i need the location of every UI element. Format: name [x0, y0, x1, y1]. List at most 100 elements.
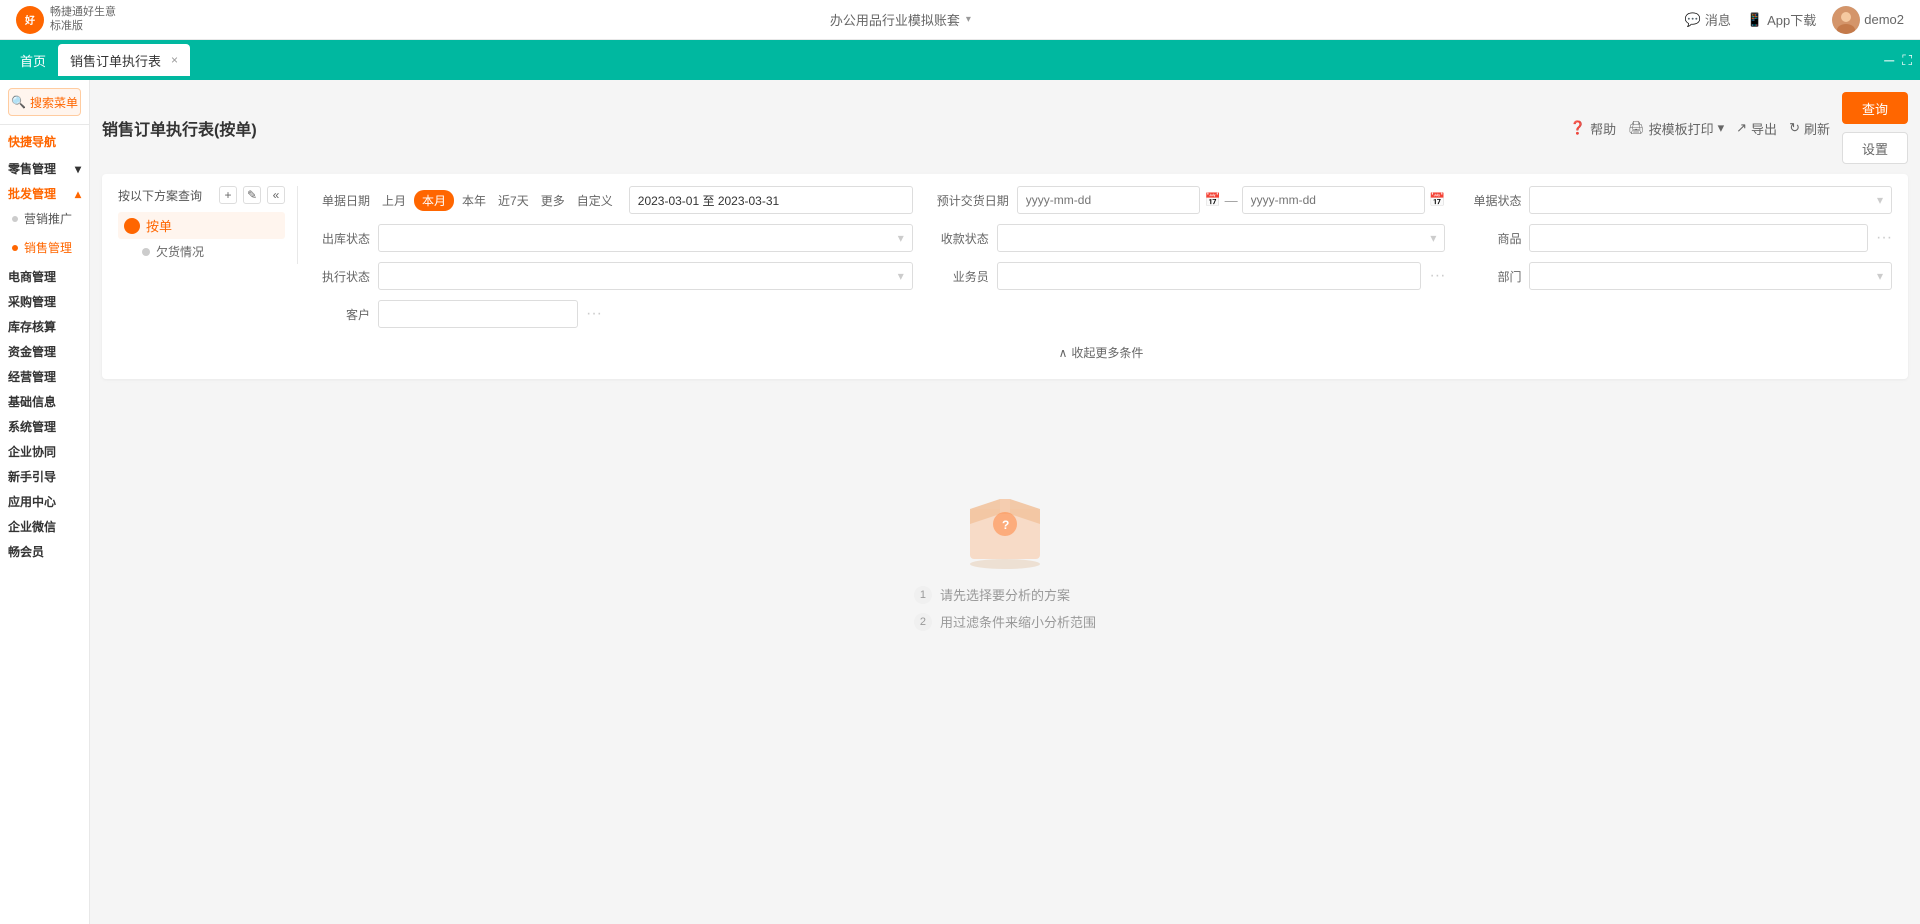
date-tab-custom[interactable]: 自定义: [573, 190, 617, 211]
forecast-date-from[interactable]: [1017, 186, 1201, 214]
query-button[interactable]: 查询: [1842, 92, 1908, 124]
collapse-button[interactable]: ∧ 收起更多条件: [310, 338, 1892, 367]
scheme-item-bysingle[interactable]: 按单: [118, 212, 285, 239]
date-tab-lastmonth[interactable]: 上月: [378, 190, 410, 211]
collapse-icon: ∧: [1059, 346, 1068, 360]
header-right: 💬 消息 📱 App下载 demo2: [1685, 6, 1904, 34]
date-tab-more[interactable]: 更多: [537, 190, 569, 211]
sidebar-search-area: 🔍 搜索菜单: [0, 80, 89, 125]
outbound-label: 出库状态: [310, 230, 370, 247]
logo-icon: 好: [16, 6, 44, 34]
empty-icon: ?: [945, 469, 1065, 569]
empty-state: ? 1 请先选择要分析的方案 2 用过滤条件来缩小分析范围: [102, 389, 1908, 719]
messages-button[interactable]: 💬 消息: [1685, 10, 1731, 29]
receipt-arrow: ▾: [1430, 231, 1436, 245]
filter-item-bill-status: 单据状态 ▾: [1461, 186, 1892, 214]
filter-item-department: 部门 ▾: [1461, 262, 1892, 290]
app-download-button[interactable]: 📱 App下载: [1747, 10, 1816, 29]
settings-button[interactable]: 设置: [1842, 132, 1908, 164]
sidebar-item-operations[interactable]: 经营管理: [0, 362, 89, 387]
forecast-date-to[interactable]: [1242, 186, 1426, 214]
outbound-arrow: ▾: [898, 231, 904, 245]
empty-step-1: 1 请先选择要分析的方案: [914, 585, 1096, 604]
calendar-icon-right[interactable]: 📅: [1429, 192, 1445, 208]
filter-item-goods: 商品 ···: [1461, 224, 1892, 252]
sidebar-item-retail[interactable]: 零售管理 ▾: [0, 154, 89, 179]
filter-item-salesperson: 业务员 ···: [929, 262, 1446, 290]
minimize-icon[interactable]: ─: [1884, 52, 1894, 68]
scheme-sub-shortage[interactable]: 欠货情况: [118, 239, 285, 264]
logo-text: 畅捷通好生意 标准版: [50, 6, 116, 32]
sidebar-item-wechat[interactable]: 企业微信: [0, 512, 89, 537]
wholesale-arrow-icon: ▴: [75, 187, 81, 201]
goods-more-icon[interactable]: ···: [1876, 229, 1892, 247]
template-print-button[interactable]: 🖨 按模板打印 ▾: [1628, 119, 1724, 138]
scheme-collapse-button[interactable]: «: [267, 186, 285, 204]
date-tab-thisyear[interactable]: 本年: [458, 190, 490, 211]
sidebar: 🔍 搜索菜单 快捷导航 零售管理 ▾ 批发管理 ▴ 营销推广 销售管理 电商管理…: [0, 80, 90, 924]
sidebar-item-member[interactable]: 畅会员: [0, 537, 89, 562]
sidebar-item-wholesale[interactable]: 批发管理 ▴: [0, 179, 89, 204]
sidebar-item-enterprise[interactable]: 企业协同: [0, 437, 89, 462]
department-arrow: ▾: [1877, 269, 1883, 283]
date-tab-7days[interactable]: 近7天: [494, 190, 533, 211]
sidebar-item-finance[interactable]: 资金管理: [0, 337, 89, 362]
outbound-status-select[interactable]: ▾: [378, 224, 913, 252]
expand-icon[interactable]: ⛶: [1902, 52, 1912, 69]
execution-status-select[interactable]: ▾: [378, 262, 913, 290]
retail-arrow-icon: ▾: [75, 162, 81, 176]
svg-text:?: ?: [1002, 518, 1009, 532]
bill-status-arrow: ▾: [1877, 193, 1883, 207]
marketing-dot: [12, 216, 18, 222]
scheme-add-button[interactable]: +: [219, 186, 237, 204]
tab-bar: 首页 销售订单执行表 × ─ ⛶: [0, 40, 1920, 80]
company-name: 办公用品行业模拟账套: [830, 10, 960, 29]
print-arrow-icon: ▾: [1718, 120, 1725, 136]
goods-input[interactable]: [1529, 224, 1868, 252]
date-range-input[interactable]: [629, 186, 913, 214]
receipt-status-select[interactable]: ▾: [997, 224, 1446, 252]
tab-close-icon[interactable]: ×: [171, 53, 178, 67]
bill-status-label: 单据状态: [1461, 192, 1521, 209]
header-center[interactable]: 办公用品行业模拟账套 ▾: [830, 10, 971, 29]
calendar-icon-left[interactable]: 📅: [1204, 192, 1220, 208]
customer-input[interactable]: [378, 300, 578, 328]
refresh-button[interactable]: ↻ 刷新: [1789, 119, 1830, 138]
user-avatar[interactable]: demo2: [1832, 6, 1904, 34]
search-icon: 🔍: [11, 95, 26, 109]
sidebar-item-ecommerce[interactable]: 电商管理: [0, 262, 89, 287]
sidebar-item-purchase[interactable]: 采购管理: [0, 287, 89, 312]
receipt-label: 收款状态: [929, 230, 989, 247]
header-left: 好 畅捷通好生意 标准版: [16, 6, 116, 34]
sidebar-item-marketing[interactable]: 营销推广: [0, 204, 89, 233]
salesperson-input[interactable]: [997, 262, 1422, 290]
department-select[interactable]: ▾: [1529, 262, 1892, 290]
bill-status-select[interactable]: ▾: [1529, 186, 1892, 214]
sidebar-item-appcenter[interactable]: 应用中心: [0, 487, 89, 512]
help-button[interactable]: ❓ 帮助: [1570, 119, 1616, 138]
date-tab-thismonth[interactable]: 本月: [414, 190, 454, 211]
sales-dot: [12, 245, 18, 251]
sidebar-item-basic-info[interactable]: 基础信息: [0, 387, 89, 412]
sidebar-item-inventory[interactable]: 库存核算: [0, 312, 89, 337]
page-title: 销售订单执行表(按单): [102, 116, 257, 140]
wholesale-label: 批发管理: [8, 185, 56, 202]
customer-more-icon[interactable]: ···: [586, 305, 602, 323]
content-area: 销售订单执行表(按单) ❓ 帮助 🖨 按模板打印 ▾ ↗ 导出 ↻ 刷新: [90, 80, 1920, 924]
execution-label: 执行状态: [310, 268, 370, 285]
tab-bar-right: ─ ⛶: [1884, 52, 1912, 69]
company-dropdown-icon[interactable]: ▾: [966, 14, 971, 25]
tab-home[interactable]: 首页: [8, 44, 58, 76]
scheme-header: 按以下方案查询 + ✎ «: [118, 186, 285, 204]
date-separator: —: [1225, 193, 1238, 208]
search-menu-button[interactable]: 🔍 搜索菜单: [8, 88, 81, 116]
sidebar-item-newuser[interactable]: 新手引导: [0, 462, 89, 487]
sidebar-item-sales[interactable]: 销售管理: [0, 233, 89, 262]
export-button[interactable]: ↗ 导出: [1736, 119, 1777, 138]
tab-active[interactable]: 销售订单执行表 ×: [58, 44, 190, 76]
salesperson-more-icon[interactable]: ···: [1429, 267, 1445, 285]
export-icon: ↗: [1736, 120, 1747, 136]
filter-item-customer: 客户 ···: [310, 300, 1892, 328]
sidebar-item-system[interactable]: 系统管理: [0, 412, 89, 437]
scheme-edit-button[interactable]: ✎: [243, 186, 261, 204]
